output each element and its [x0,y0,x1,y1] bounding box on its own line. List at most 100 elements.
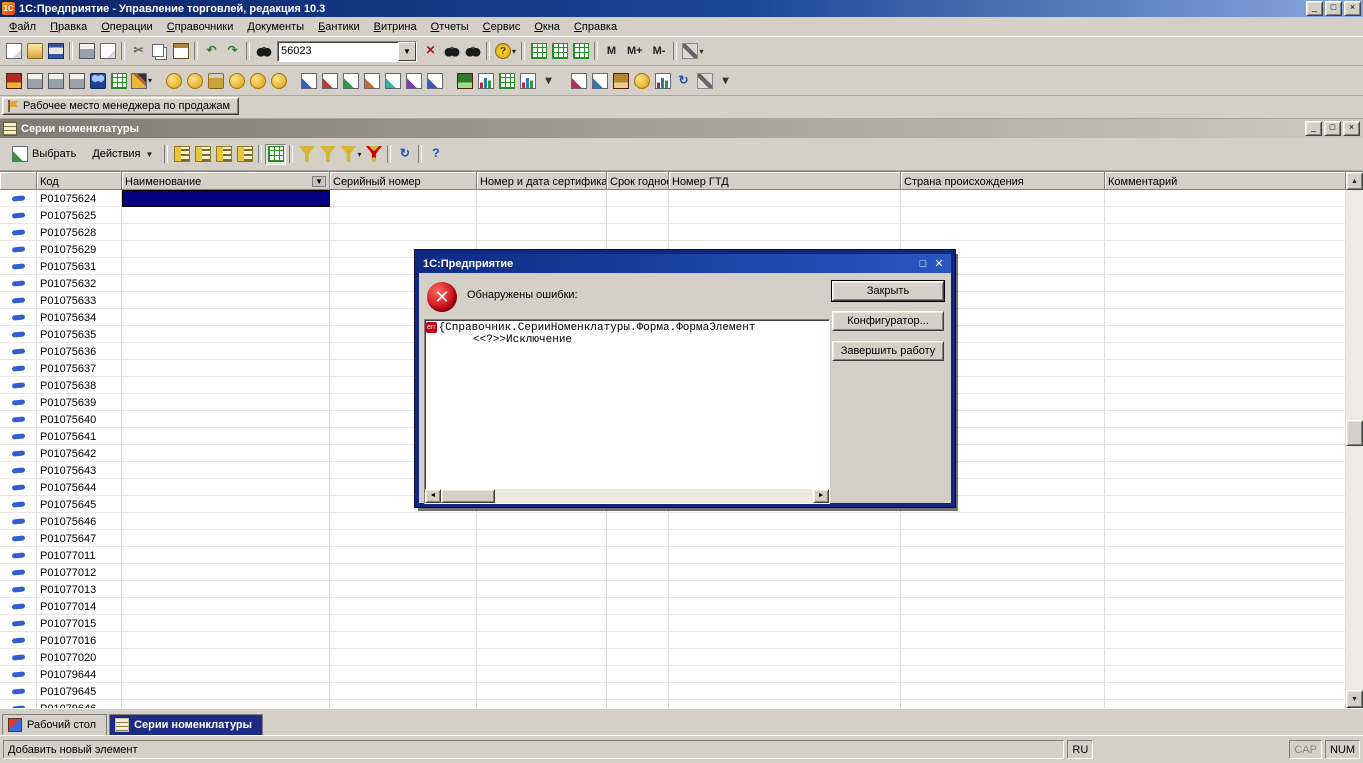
cell-code[interactable]: P01075633 [37,292,122,309]
cell-comment[interactable] [1105,496,1346,513]
cell-code[interactable]: P01075646 [37,513,122,530]
cell-name[interactable] [122,530,330,547]
cell-name[interactable] [122,360,330,377]
cell-name[interactable] [122,275,330,292]
cell-marker[interactable] [0,530,37,547]
cell-code[interactable]: P01077012 [37,564,122,581]
cell-marker[interactable] [0,598,37,615]
cell-comment[interactable] [1105,666,1346,683]
cell-code[interactable]: P01075636 [37,343,122,360]
dialog-close-button[interactable]: ✕ [931,257,947,270]
outgoing-payment-button[interactable] [268,70,289,91]
cell-name[interactable] [122,666,330,683]
cell-name[interactable] [122,309,330,326]
column-header-expiry[interactable]: Срок годнос... [607,172,669,190]
cell-comment[interactable] [1105,700,1346,708]
window-tab-2[interactable]: Серии номенклатуры [109,714,264,735]
cell-marker[interactable] [0,428,37,445]
cell-certificate[interactable] [477,513,607,530]
cell-code[interactable]: P01075638 [37,377,122,394]
cell-serial[interactable] [330,530,477,547]
cell-country[interactable] [901,513,1105,530]
clear-find-button[interactable]: ✕ [420,41,441,62]
sort-order-button[interactable] [234,144,255,165]
cell-marker[interactable] [0,479,37,496]
quick-search-value[interactable]: 56023 [278,45,398,57]
cell-marker[interactable] [0,666,37,683]
cell-name[interactable] [122,615,330,632]
close-error-button[interactable]: Закрыть [831,280,945,302]
table-settings-button[interactable] [549,41,570,62]
cell-code[interactable]: P01077014 [37,598,122,615]
table-row[interactable]: P01079645 [0,683,1346,700]
cell-marker[interactable] [0,513,37,530]
cell-name[interactable] [122,207,330,224]
cell-comment[interactable] [1105,190,1346,207]
cell-country[interactable] [901,581,1105,598]
goods-transfer-button[interactable] [382,70,403,91]
help-button[interactable]: ? [425,144,446,165]
menu-item-4[interactable]: Справочники [160,19,241,35]
sales-invoice-button[interactable] [340,70,361,91]
cell-comment[interactable] [1105,207,1346,224]
menu-item-1[interactable]: Файл [2,19,43,35]
column-header-name[interactable]: Наименование ▼ [122,172,330,190]
cell-country[interactable] [901,700,1105,708]
cell-name[interactable] [122,547,330,564]
add-group-button[interactable] [192,144,213,165]
cell-certificate[interactable] [477,207,607,224]
scroll-left-icon[interactable]: ◄ [425,489,441,503]
print-preview-button[interactable] [97,41,118,62]
keyboard-language-indicator[interactable]: RU [1067,740,1094,759]
cell-serial[interactable] [330,564,477,581]
cell-expiry[interactable] [607,598,669,615]
cell-certificate[interactable] [477,615,607,632]
cell-name[interactable] [122,496,330,513]
cut-button[interactable]: ✂ [128,41,149,62]
cell-comment[interactable] [1105,258,1346,275]
cell-certificate[interactable] [477,598,607,615]
cell-marker[interactable] [0,547,37,564]
cell-code[interactable]: P01075639 [37,394,122,411]
cell-code[interactable]: P01079644 [37,666,122,683]
table-row[interactable]: P01077012 [0,564,1346,581]
incoming-payment-button[interactable] [247,70,268,91]
column-header-marker[interactable] [0,172,37,190]
cell-country[interactable] [901,615,1105,632]
cell-country[interactable] [901,649,1105,666]
cell-serial[interactable] [330,207,477,224]
cell-code[interactable]: P01075647 [37,530,122,547]
child-minimize-button[interactable]: _ [1305,121,1322,136]
goods-issue-button[interactable] [319,70,340,91]
table-row[interactable]: P01077016 [0,632,1346,649]
print-document-button[interactable] [24,70,45,91]
cell-marker[interactable] [0,360,37,377]
cell-code[interactable]: P01075644 [37,479,122,496]
cell-name[interactable] [122,632,330,649]
cell-comment[interactable] [1105,649,1346,666]
cell-expiry[interactable] [607,581,669,598]
cell-country[interactable] [901,564,1105,581]
memory-add-button[interactable]: М+ [622,41,648,62]
cell-comment[interactable] [1105,309,1346,326]
cell-certificate[interactable] [477,547,607,564]
cell-certificate[interactable] [477,700,607,708]
nomenclature-button[interactable] [108,70,129,91]
cell-code[interactable]: P01077016 [37,632,122,649]
cell-code[interactable]: P01075641 [37,428,122,445]
table-row[interactable]: P01077011 [0,547,1346,564]
cell-gtd[interactable] [669,581,901,598]
cell-comment[interactable] [1105,513,1346,530]
cell-comment[interactable] [1105,428,1346,445]
cell-gtd[interactable] [669,513,901,530]
cell-name[interactable] [122,190,330,207]
cell-code[interactable]: P01075632 [37,275,122,292]
table-row[interactable]: P01075647 [0,530,1346,547]
column-header-code[interactable]: Код [37,172,122,190]
cell-serial[interactable] [330,649,477,666]
cell-code[interactable]: P01075642 [37,445,122,462]
cell-name[interactable] [122,326,330,343]
cell-gtd[interactable] [669,683,901,700]
cell-code[interactable]: P01075629 [37,241,122,258]
workspace-tab-sales-manager[interactable]: Рабочее место менеджера по продажам [2,97,240,115]
